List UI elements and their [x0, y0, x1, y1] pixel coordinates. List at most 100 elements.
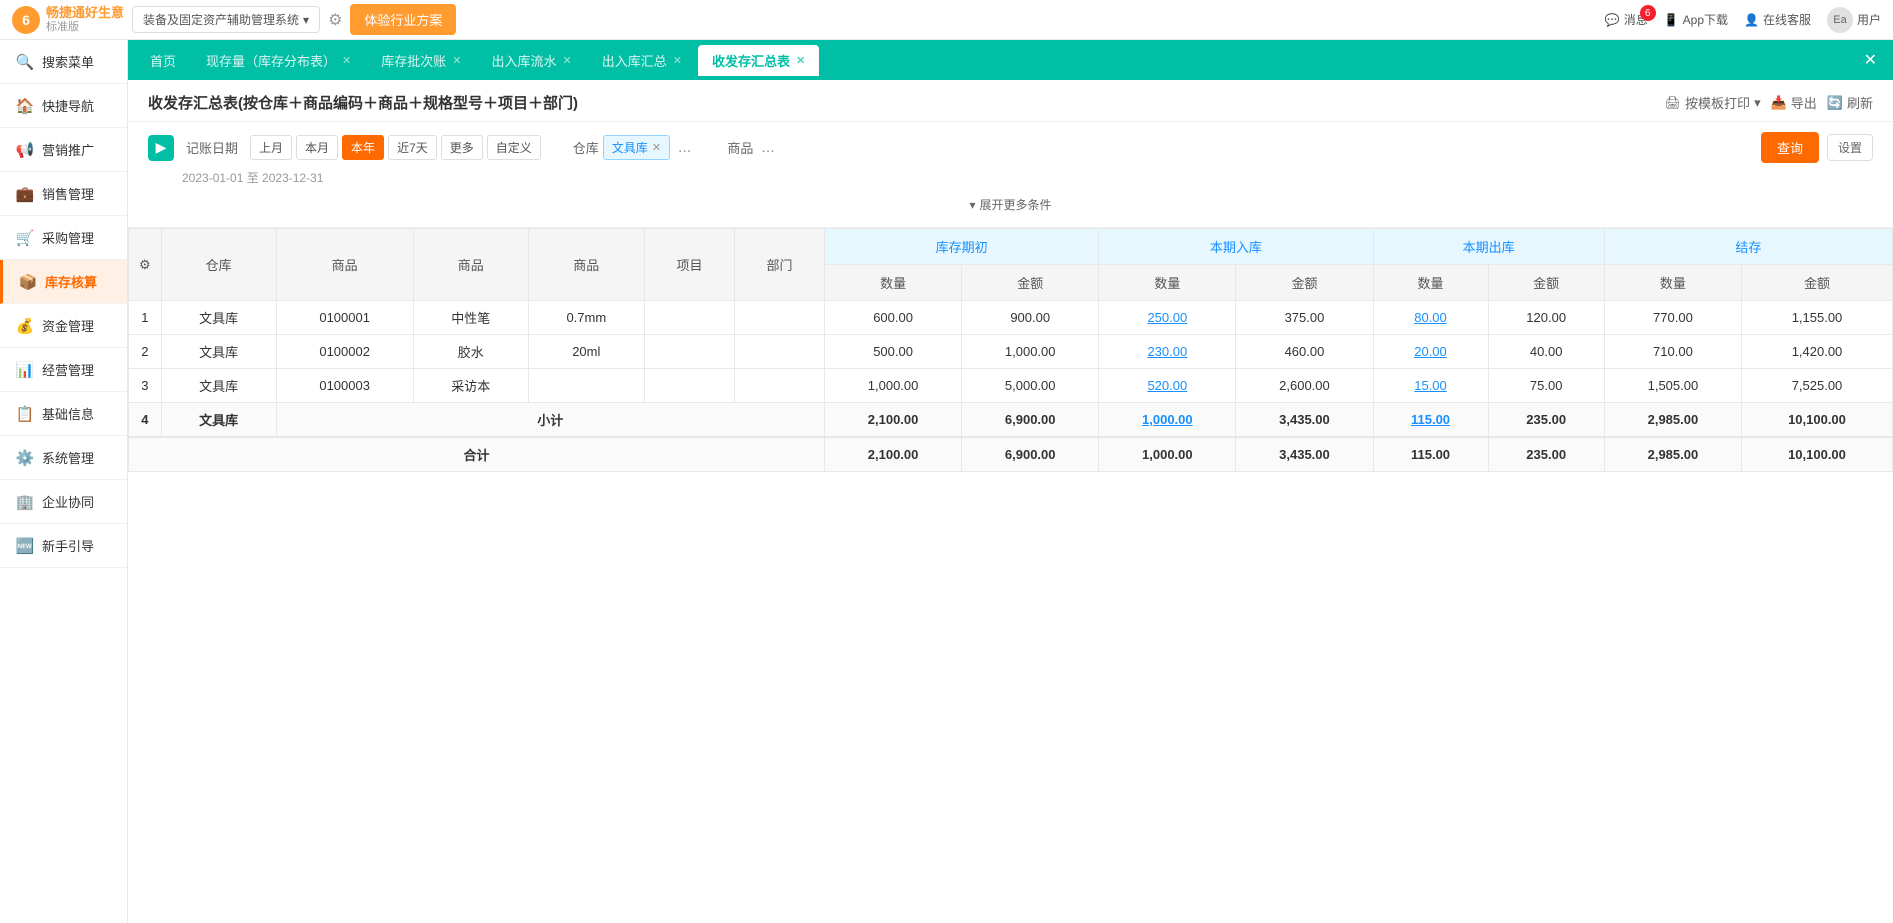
date-range-selector: 上月 本月 本年 近7天 更多 自定义 [250, 135, 541, 160]
finance-icon: 💰 [16, 317, 34, 335]
logo-area: 6 畅捷通好生意 标准版 [12, 5, 124, 34]
page-actions: 🖨 按模板打印 ▾ 📥 导出 🔄 刷新 [1665, 93, 1873, 112]
tab-in-out-summary-close[interactable]: ✕ [673, 54, 682, 67]
date-btn-this-month[interactable]: 本月 [296, 135, 338, 160]
sidebar-item-operations[interactable]: 📊 经营管理 [0, 348, 127, 392]
row-no: 3 [129, 369, 162, 403]
row-out-qty[interactable]: 80.00 [1373, 301, 1488, 335]
refresh-button[interactable]: 🔄 刷新 [1827, 93, 1873, 112]
filter-actions: 查询 设置 [1761, 132, 1873, 163]
row-in-qty[interactable]: 250.00 [1099, 301, 1236, 335]
total-bal-amt: 10,100.00 [1741, 437, 1892, 472]
th-warehouse: 仓库 [161, 229, 276, 301]
sidebar-item-basic[interactable]: 📋 基础信息 [0, 392, 127, 436]
sidebar-item-enterprise[interactable]: 🏢 企业协同 [0, 480, 127, 524]
date-btn-this-year[interactable]: 本年 [342, 135, 384, 160]
sidebar-label-purchase: 采购管理 [42, 228, 94, 247]
sidebar-label-basic: 基础信息 [42, 404, 94, 423]
date-label: 记账日期 [186, 138, 238, 157]
sidebar-item-finance[interactable]: 💰 资金管理 [0, 304, 127, 348]
warehouse-tag-close[interactable]: ✕ [652, 141, 661, 154]
row-out-amt: 75.00 [1488, 369, 1604, 403]
th-period-begin: 库存期初 [825, 229, 1099, 265]
tab-batch[interactable]: 库存批次账 ✕ [367, 45, 475, 76]
sidebar-item-inventory[interactable]: 📦 库存核算 [0, 260, 127, 304]
tab-batch-close[interactable]: ✕ [452, 54, 461, 67]
message-item[interactable]: 💬 消息 6 [1605, 11, 1648, 28]
sidebar-item-system[interactable]: ⚙️ 系统管理 [0, 436, 127, 480]
export-label: 导出 [1791, 93, 1817, 112]
warehouse-ellipsis[interactable]: ... [674, 139, 695, 157]
sidebar-item-marketing[interactable]: 📢 营销推广 [0, 128, 127, 172]
row-spec: 20ml [528, 335, 644, 369]
subtotal-begin-amt: 6,900.00 [962, 403, 1099, 438]
th-balance: 结存 [1604, 229, 1892, 265]
row-bal-qty: 710.00 [1604, 335, 1741, 369]
sidebar-item-search[interactable]: 🔍 搜索菜单 [0, 40, 127, 84]
row-spec: 0.7mm [528, 301, 644, 335]
sidebar-label-system: 系统管理 [42, 448, 94, 467]
goods-ellipsis[interactable]: ... [757, 139, 778, 157]
row-in-amt: 460.00 [1236, 335, 1373, 369]
sidebar-item-sales[interactable]: 💼 销售管理 [0, 172, 127, 216]
total-in-amt: 3,435.00 [1236, 437, 1373, 472]
th-project: 项目 [644, 229, 734, 301]
system-icon: ⚙️ [16, 449, 34, 467]
subtotal-row: 4 文具库 小计 2,100.00 6,900.00 1,000.00 3,43… [129, 403, 1893, 438]
tab-inventory-dist[interactable]: 现存量（库存分布表） ✕ [192, 45, 365, 76]
message-badge: 6 [1640, 5, 1656, 21]
expand-conditions-button[interactable]: ▾ 展开更多条件 [961, 192, 1059, 217]
operations-icon: 📊 [16, 361, 34, 379]
tab-batch-label: 库存批次账 [381, 51, 446, 70]
sidebar-item-guide[interactable]: 🆕 新手引导 [0, 524, 127, 568]
try-industry-button[interactable]: 体验行业方案 [350, 4, 456, 35]
sidebar-item-quick-nav[interactable]: 🏠 快捷导航 [0, 84, 127, 128]
goods-section: 商品 ... [727, 138, 778, 157]
date-btn-more[interactable]: 更多 [441, 135, 483, 160]
total-begin-qty: 2,100.00 [825, 437, 962, 472]
th-gear[interactable]: ⚙ [129, 229, 162, 301]
tab-receipt-summary-close[interactable]: ✕ [796, 54, 805, 67]
row-begin-amt: 1,000.00 [962, 335, 1099, 369]
filter-toggle-button[interactable]: ▶ [148, 135, 174, 161]
date-btn-7days[interactable]: 近7天 [388, 135, 437, 160]
set-button[interactable]: 设置 [1827, 134, 1873, 161]
row-in-qty[interactable]: 230.00 [1099, 335, 1236, 369]
row-warehouse: 文具库 [161, 369, 276, 403]
system-selector[interactable]: 装备及固定资产辅助管理系统 ▾ [132, 6, 320, 33]
tab-receipt-summary[interactable]: 收发存汇总表 ✕ [698, 45, 819, 76]
app-download-item[interactable]: 📱 App下载 [1664, 11, 1728, 28]
tab-inventory-dist-label: 现存量（库存分布表） [206, 51, 336, 70]
data-table: ⚙ 仓库 商品 商品 商品 项目 部门 库存期初 本期入库 本期出库 结存 [128, 228, 1893, 472]
query-button[interactable]: 查询 [1761, 132, 1819, 163]
gear-icon[interactable]: ⚙ [328, 10, 342, 30]
sidebar-label-guide: 新手引导 [42, 536, 94, 555]
close-all-tabs[interactable]: ✕ [1856, 46, 1885, 74]
tab-in-out-summary[interactable]: 出入库汇总 ✕ [588, 45, 696, 76]
total-bal-qty: 2,985.00 [1604, 437, 1741, 472]
date-btn-custom[interactable]: 自定义 [487, 135, 541, 160]
tab-in-out-flow[interactable]: 出入库流水 ✕ [477, 45, 585, 76]
tab-in-out-flow-close[interactable]: ✕ [563, 54, 572, 67]
row-begin-amt: 900.00 [962, 301, 1099, 335]
warehouse-tag[interactable]: 文具库 ✕ [603, 135, 670, 160]
th-goods: 商品 [413, 229, 528, 301]
user-item[interactable]: Ea 用户 [1827, 7, 1881, 33]
export-button[interactable]: 📥 导出 [1771, 93, 1817, 112]
print-button[interactable]: 🖨 按模板打印 ▾ [1665, 93, 1761, 112]
table-wrapper[interactable]: ⚙ 仓库 商品 商品 商品 项目 部门 库存期初 本期入库 本期出库 结存 [128, 228, 1893, 923]
subtotal-no: 4 [129, 403, 162, 438]
tab-inventory-dist-close[interactable]: ✕ [342, 54, 351, 67]
sidebar-item-purchase[interactable]: 🛒 采购管理 [0, 216, 127, 260]
row-project [644, 301, 734, 335]
subtotal-bal-amt: 10,100.00 [1741, 403, 1892, 438]
date-btn-last-month[interactable]: 上月 [250, 135, 292, 160]
tab-home[interactable]: 首页 [136, 45, 190, 76]
top-bar-left: 6 畅捷通好生意 标准版 装备及固定资产辅助管理系统 ▾ ⚙ 体验行业方案 [12, 4, 456, 35]
online-service-item[interactable]: 👤 在线客服 [1744, 11, 1811, 28]
warehouse-tag-text: 文具库 [612, 139, 648, 156]
row-out-qty[interactable]: 20.00 [1373, 335, 1488, 369]
row-begin-qty: 600.00 [825, 301, 962, 335]
row-in-qty[interactable]: 520.00 [1099, 369, 1236, 403]
row-out-qty[interactable]: 15.00 [1373, 369, 1488, 403]
